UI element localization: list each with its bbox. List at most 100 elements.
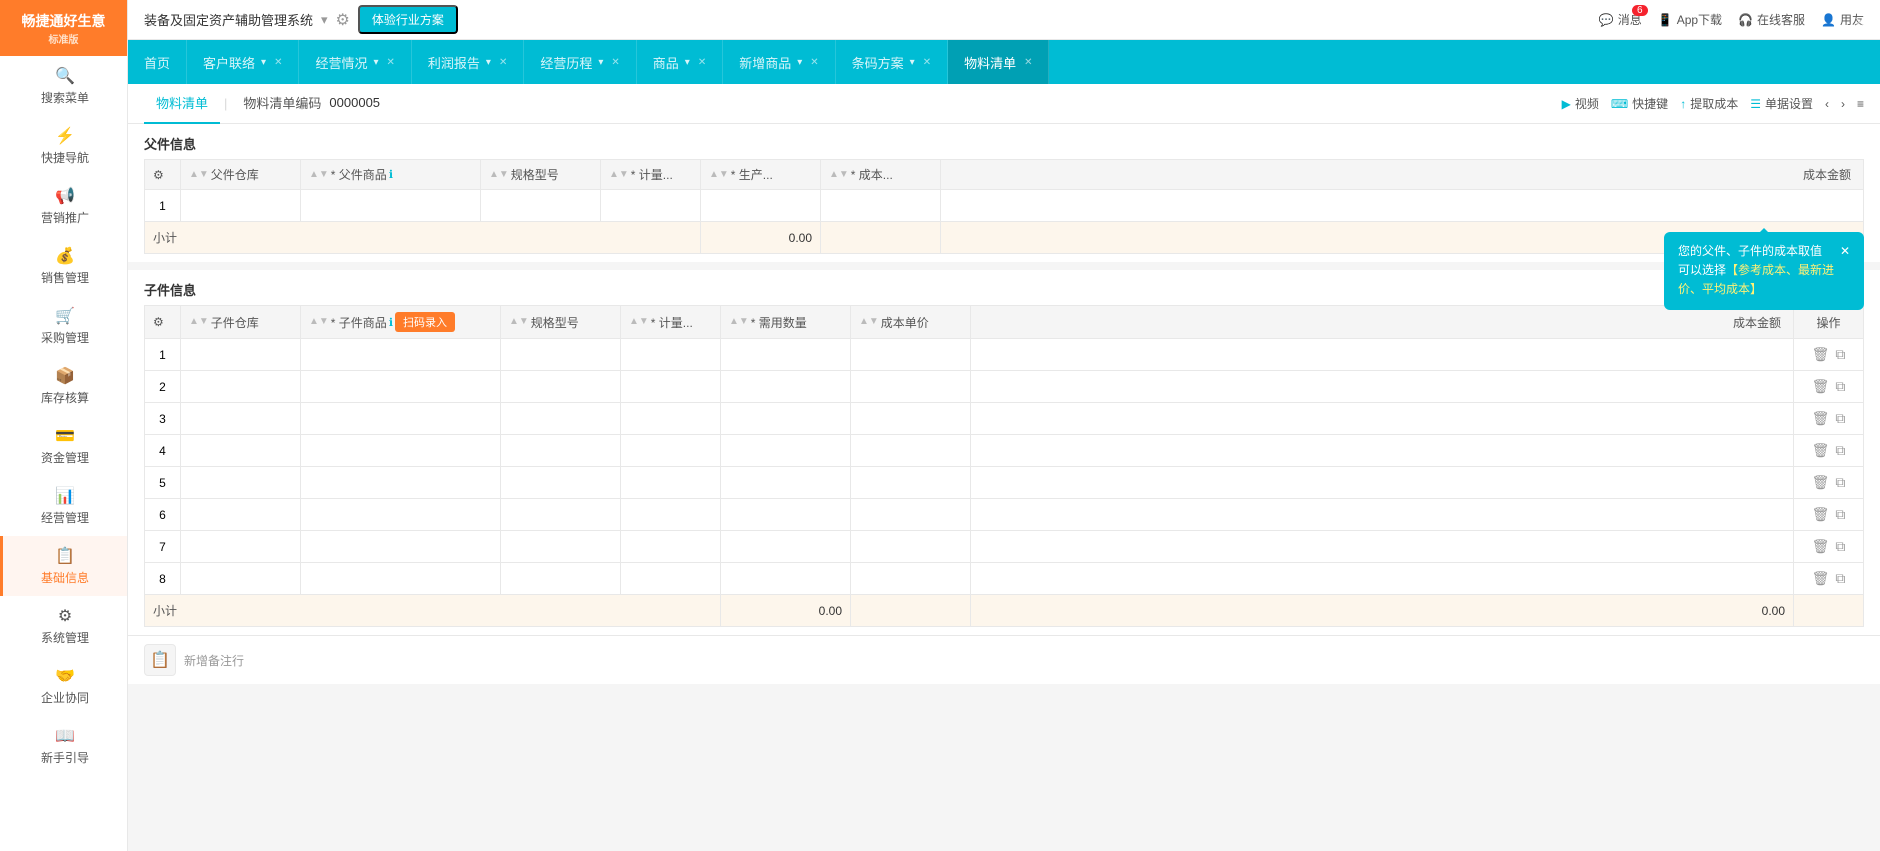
nav-tab-history[interactable]: 经营历程▾✕: [524, 40, 636, 84]
single-setting-button[interactable]: ☰ 单据设置: [1750, 95, 1813, 112]
child-row-product[interactable]: [301, 371, 501, 403]
child-row-product[interactable]: [301, 467, 501, 499]
child-row-product[interactable]: [301, 403, 501, 435]
child-row-product[interactable]: [301, 563, 501, 595]
sidebar-item-quick-nav[interactable]: ⚡快捷导航: [0, 116, 127, 176]
parent-th-settings[interactable]: ⚙: [145, 160, 181, 190]
delete-icon[interactable]: 🗑: [1812, 346, 1830, 363]
child-th-spec[interactable]: ▲▼规格型号: [501, 306, 621, 339]
child-row-spec[interactable]: [501, 371, 621, 403]
nav-tab-barcode[interactable]: 条码方案▾✕: [836, 40, 948, 84]
sidebar-item-basic-info[interactable]: 📋基础信息: [0, 536, 127, 596]
parent-th-production[interactable]: ▲▼* 生产...: [701, 160, 821, 190]
sidebar-item-sales[interactable]: 💰销售管理: [0, 236, 127, 296]
child-row-spec[interactable]: [501, 499, 621, 531]
child-th-warehouse[interactable]: ▲▼子件仓库: [181, 306, 301, 339]
parent-th-spec[interactable]: ▲▼规格型号: [481, 160, 601, 190]
child-row-unit-price[interactable]: [851, 563, 971, 595]
child-row-warehouse[interactable]: [181, 467, 301, 499]
child-row-warehouse[interactable]: [181, 371, 301, 403]
tooltip-close-icon[interactable]: ✕: [1840, 242, 1850, 261]
child-row-qty[interactable]: [721, 339, 851, 371]
child-row-unit-price[interactable]: [851, 467, 971, 499]
parent-th-unit[interactable]: ▲▼* 计量...: [601, 160, 701, 190]
child-row-product[interactable]: [301, 499, 501, 531]
child-row-unit-price[interactable]: [851, 403, 971, 435]
child-row-warehouse[interactable]: [181, 435, 301, 467]
sidebar-item-enterprise[interactable]: 🤝企业协同: [0, 656, 127, 716]
nav-tab-bom[interactable]: 物料清单✕: [948, 40, 1049, 84]
child-row-spec[interactable]: [501, 435, 621, 467]
nav-tab-new_goods[interactable]: 新增商品▾✕: [723, 40, 835, 84]
sidebar-item-search[interactable]: 🔍搜索菜单: [0, 56, 127, 116]
sidebar-item-marketing[interactable]: 📢营销推广: [0, 176, 127, 236]
child-row-warehouse[interactable]: [181, 563, 301, 595]
child-row-unit[interactable]: [621, 563, 721, 595]
nav-tab-close-icon[interactable]: ✕: [923, 57, 931, 68]
child-row-unit[interactable]: [621, 467, 721, 499]
child-row-unit-price[interactable]: [851, 339, 971, 371]
nav-tab-close-icon[interactable]: ✕: [387, 57, 395, 68]
nav-tab-customer[interactable]: 客户联络▾✕: [187, 40, 299, 84]
nav-tab-close-icon[interactable]: ✕: [274, 57, 282, 68]
child-th-settings[interactable]: ⚙: [145, 306, 181, 339]
delete-icon[interactable]: 🗑: [1812, 410, 1830, 427]
nav-tab-home[interactable]: 首页: [128, 40, 187, 84]
bottom-action-icon[interactable]: 📋: [144, 644, 176, 676]
nav-tab-close-icon[interactable]: ✕: [698, 57, 706, 68]
child-row-unit-price[interactable]: [851, 531, 971, 563]
close-page-icon[interactable]: ✕: [1840, 40, 1880, 44]
child-row-warehouse[interactable]: [181, 531, 301, 563]
parent-row-warehouse[interactable]: [181, 190, 301, 222]
child-row-unit[interactable]: [621, 499, 721, 531]
online-service-item[interactable]: 🎧 在线客服: [1738, 11, 1805, 28]
parent-row-cost[interactable]: [821, 190, 941, 222]
message-item[interactable]: 💬 消息 6: [1599, 11, 1642, 28]
child-row-unit-price[interactable]: [851, 435, 971, 467]
copy-icon[interactable]: ⧉: [1835, 474, 1845, 491]
parent-row-product[interactable]: [301, 190, 481, 222]
sidebar-item-finance[interactable]: 💳资金管理: [0, 416, 127, 476]
copy-icon[interactable]: ⧉: [1835, 506, 1845, 523]
child-th-qty[interactable]: ▲▼* 需用数量: [721, 306, 851, 339]
grid-view-button[interactable]: ≡: [1857, 97, 1864, 111]
prev-nav-button[interactable]: ‹: [1825, 97, 1829, 111]
child-th-product[interactable]: ▲▼* 子件商品ℹ扫码录入: [301, 306, 501, 339]
child-row-qty[interactable]: [721, 403, 851, 435]
parent-th-product[interactable]: ▲▼* 父件商品ℹ: [301, 160, 481, 190]
delete-icon[interactable]: 🗑: [1812, 538, 1830, 555]
sidebar-item-purchase[interactable]: 🛒采购管理: [0, 296, 127, 356]
delete-icon[interactable]: 🗑: [1812, 474, 1830, 491]
child-row-unit[interactable]: [621, 403, 721, 435]
child-row-product[interactable]: [301, 531, 501, 563]
child-row-spec[interactable]: [501, 563, 621, 595]
child-row-unit-price[interactable]: [851, 499, 971, 531]
child-row-product[interactable]: [301, 435, 501, 467]
delete-icon[interactable]: 🗑: [1812, 442, 1830, 459]
child-row-qty[interactable]: [721, 435, 851, 467]
copy-icon[interactable]: ⧉: [1835, 346, 1845, 363]
parent-th-cost[interactable]: ▲▼* 成本...: [821, 160, 941, 190]
delete-icon[interactable]: 🗑: [1812, 378, 1830, 395]
child-row-qty[interactable]: [721, 467, 851, 499]
trial-button[interactable]: 体验行业方案: [358, 5, 458, 34]
nav-tab-close-icon[interactable]: ✕: [611, 57, 619, 68]
child-row-spec[interactable]: [501, 339, 621, 371]
sidebar-item-inventory[interactable]: 📦库存核算: [0, 356, 127, 416]
child-row-spec[interactable]: [501, 531, 621, 563]
shortcut-button[interactable]: ⌨ 快捷键: [1611, 95, 1668, 112]
child-row-qty[interactable]: [721, 499, 851, 531]
nav-tab-close-icon[interactable]: ✕: [499, 57, 507, 68]
sub-tab-code[interactable]: 物料清单编码 0000005: [231, 84, 392, 124]
sidebar-item-guide[interactable]: 📖新手引导: [0, 716, 127, 776]
nav-tab-close-icon[interactable]: ✕: [1024, 57, 1032, 68]
child-row-unit[interactable]: [621, 371, 721, 403]
child-row-product[interactable]: [301, 339, 501, 371]
nav-tab-goods[interactable]: 商品▾✕: [637, 40, 723, 84]
nav-tab-profit[interactable]: 利润报告▾✕: [412, 40, 524, 84]
app-download-item[interactable]: 📱 App下载: [1658, 11, 1722, 28]
scan-button[interactable]: 扫码录入: [395, 312, 455, 332]
child-row-warehouse[interactable]: [181, 339, 301, 371]
parent-row-production[interactable]: [701, 190, 821, 222]
parent-th-warehouse[interactable]: ▲▼父件仓库: [181, 160, 301, 190]
